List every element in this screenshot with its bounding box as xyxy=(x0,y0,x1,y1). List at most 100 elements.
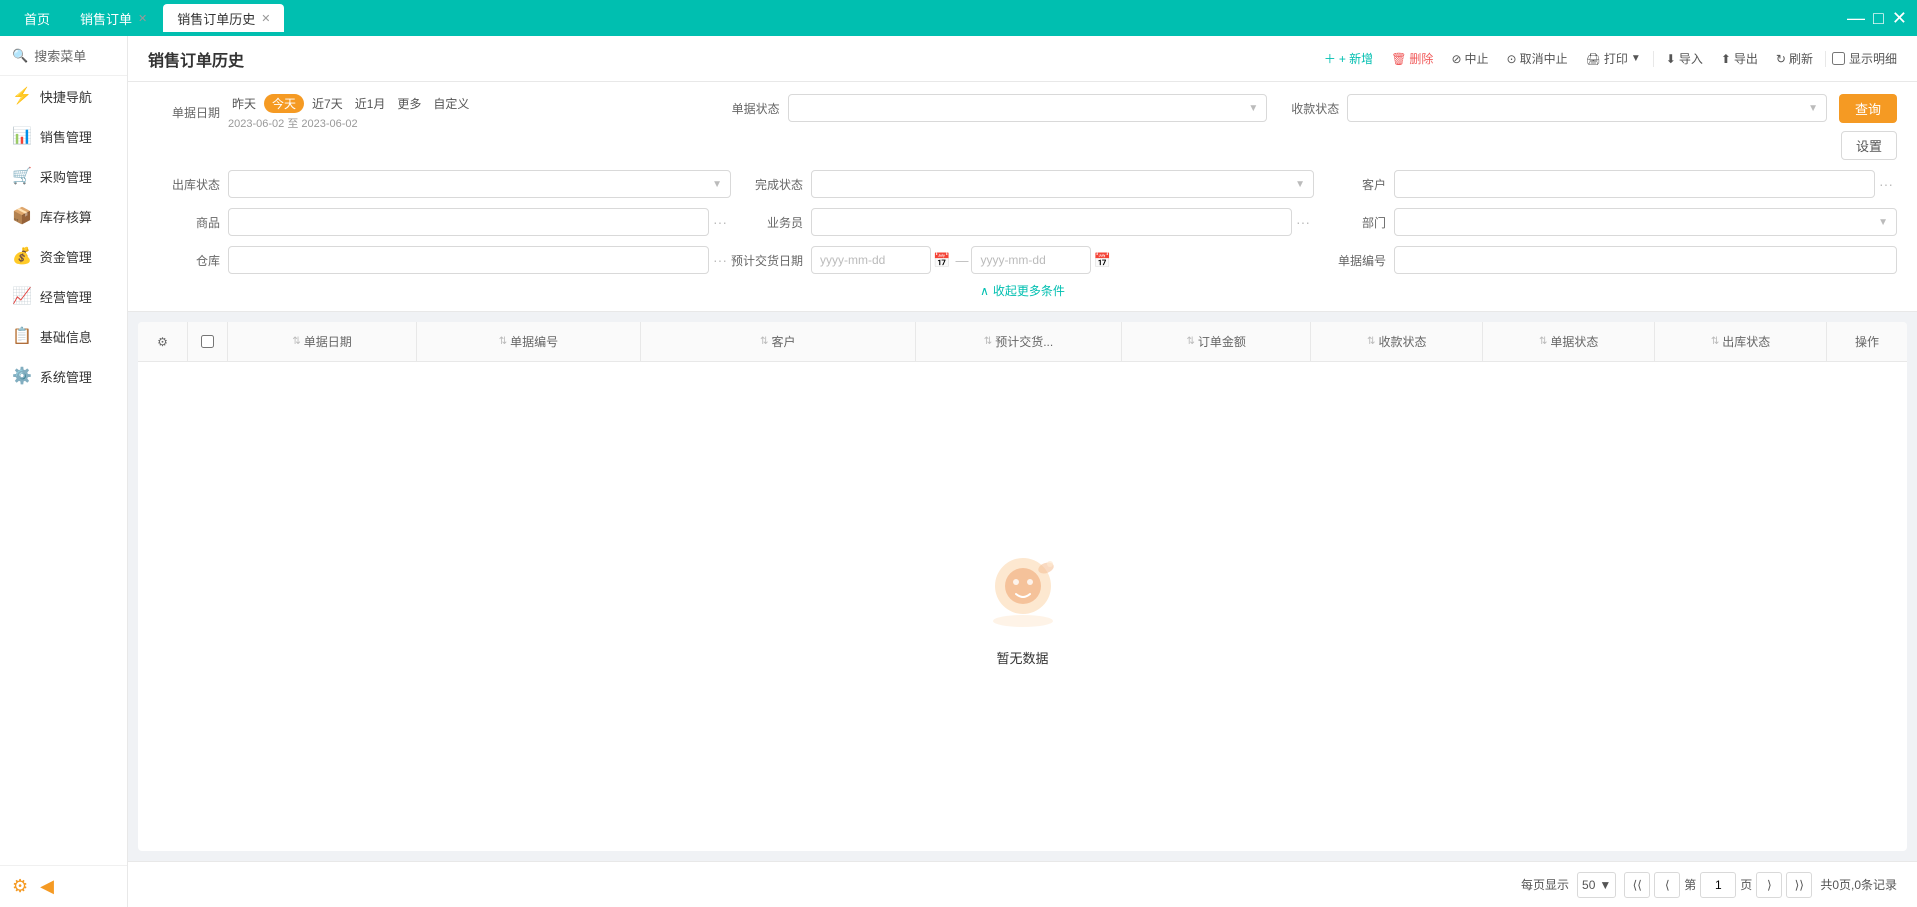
th-action: 操作 xyxy=(1827,322,1907,361)
th-delivery[interactable]: ⇅ 预计交货... xyxy=(916,322,1122,361)
order-status-select[interactable]: ▼ xyxy=(788,94,1268,122)
dept-select[interactable]: ▼ xyxy=(1394,208,1897,236)
pay-status-select[interactable]: ▼ xyxy=(1347,94,1827,122)
date-tag-custom[interactable]: 自定义 xyxy=(429,94,473,113)
first-page-button[interactable]: ⟨⟨ xyxy=(1624,872,1650,898)
sidebar-item-operations[interactable]: 📈 经营管理 xyxy=(0,276,127,316)
complete-status-select[interactable]: ▼ xyxy=(811,170,1314,198)
date-tag-yesterday[interactable]: 昨天 xyxy=(228,94,260,113)
sidebar-item-purchase-label: 采购管理 xyxy=(40,167,92,186)
stop-button[interactable]: ⊘ 中止 xyxy=(1445,46,1494,71)
import-button[interactable]: ⬇ 导入 xyxy=(1660,46,1709,71)
th-customer[interactable]: ⇅ 客户 xyxy=(641,322,916,361)
stop-icon: ⊘ xyxy=(1451,52,1461,66)
new-button[interactable]: ＋ + 新增 xyxy=(1318,46,1379,71)
top-bar: 首页 销售订单 ✕ 销售订单历史 ✕ — □ ✕ xyxy=(0,0,1917,36)
delivery-date-start[interactable]: yyyy-mm-dd xyxy=(811,246,931,274)
sidebar-item-system-label: 系统管理 xyxy=(40,367,92,386)
empty-illustration xyxy=(978,546,1068,636)
date-tag-today[interactable]: 今天 xyxy=(264,94,304,113)
date-tag-7days[interactable]: 近7天 xyxy=(308,94,347,113)
th-date[interactable]: ⇅ 单据日期 xyxy=(228,322,417,361)
page-number-input[interactable] xyxy=(1700,872,1736,898)
ship-status-label: 出库状态 xyxy=(148,176,228,193)
display-toggle[interactable]: 显示明细 xyxy=(1832,50,1897,67)
tab-sales-order-close[interactable]: ✕ xyxy=(138,12,147,25)
date-range-text: 2023-06-02 至 2023-06-02 xyxy=(228,115,473,131)
sidebar-item-purchase[interactable]: 🛒 采购管理 xyxy=(0,156,127,196)
th-ship[interactable]: ⇅ 出库状态 xyxy=(1655,322,1827,361)
warehouse-dots[interactable]: ··· xyxy=(709,252,731,268)
warehouse-input[interactable] xyxy=(228,246,709,274)
order-no-label: 单据编号 xyxy=(1314,252,1394,269)
collapse-button[interactable]: ∧ 收起更多条件 xyxy=(148,282,1897,299)
cancel-stop-button[interactable]: ⊙ 取消中止 xyxy=(1501,46,1574,71)
th-check[interactable] xyxy=(188,322,228,361)
th-settings[interactable]: ⚙ xyxy=(138,322,188,361)
th-order[interactable]: ⇅ 单据编号 xyxy=(417,322,641,361)
settings-button[interactable]: 设置 xyxy=(1841,131,1897,160)
customer-dots[interactable]: ··· xyxy=(1875,176,1897,192)
th-status[interactable]: ⇅ 单据状态 xyxy=(1483,322,1655,361)
product-input[interactable] xyxy=(228,208,709,236)
salesman-label: 业务员 xyxy=(731,214,811,231)
collapse-sidebar-icon[interactable]: ◀ xyxy=(40,876,54,897)
complete-status-arrow: ▼ xyxy=(1295,179,1305,190)
sidebar-item-basic-info[interactable]: 📋 基础信息 xyxy=(0,316,127,356)
sidebar-search[interactable]: 🔍 搜索菜单 xyxy=(0,36,127,76)
per-page-label: 每页显示 xyxy=(1521,876,1569,893)
th-action-label: 操作 xyxy=(1855,333,1879,350)
total-text: 共0页,0条记录 xyxy=(1820,876,1897,893)
last-page-button[interactable]: ⟩⟩ xyxy=(1786,872,1812,898)
sidebar: 🔍 搜索菜单 ⚡ 快捷导航 📊 销售管理 🛒 采购管理 📦 库存核算 💰 资金管… xyxy=(0,36,128,907)
date-tag-1month[interactable]: 近1月 xyxy=(351,94,390,113)
print-button[interactable]: 🖨 打印 ▼ xyxy=(1580,46,1647,71)
th-amount[interactable]: ⇅ 订单金额 xyxy=(1122,322,1311,361)
customer-input[interactable] xyxy=(1394,170,1875,198)
toolbar: ＋ + 新增 🗑 删除 ⊘ 中止 ⊙ 取消中止 🖨 打印 xyxy=(1318,46,1897,71)
delivery-date-end[interactable]: yyyy-mm-dd xyxy=(971,246,1091,274)
tab-home[interactable]: 首页 xyxy=(10,4,64,32)
maximize-button[interactable]: □ xyxy=(1873,8,1884,29)
settings-bottom-icon[interactable]: ⚙ xyxy=(12,876,28,897)
tab-sales-order[interactable]: 销售订单 ✕ xyxy=(66,4,161,32)
tab-sales-history[interactable]: 销售订单历史 ✕ xyxy=(163,4,284,32)
ship-status-select[interactable]: ▼ xyxy=(228,170,731,198)
sidebar-item-system[interactable]: ⚙️ 系统管理 xyxy=(0,356,127,396)
salesman-dots[interactable]: ··· xyxy=(1292,214,1314,230)
th-ship-label: 出库状态 xyxy=(1722,333,1770,350)
delete-button[interactable]: 🗑 删除 xyxy=(1385,46,1439,71)
sidebar-item-quicknav[interactable]: ⚡ 快捷导航 xyxy=(0,76,127,116)
plus-icon: ＋ xyxy=(1324,50,1336,67)
th-order-label: 单据编号 xyxy=(510,333,558,350)
next-page-button[interactable]: ⟩ xyxy=(1756,872,1782,898)
order-no-input[interactable] xyxy=(1394,246,1897,274)
import-button-label: 导入 xyxy=(1679,50,1703,67)
cancel-stop-button-label: 取消中止 xyxy=(1520,50,1568,67)
print-icon: 🖨 xyxy=(1586,52,1601,66)
pay-status-arrow: ▼ xyxy=(1808,103,1818,114)
sidebar-item-sales[interactable]: 📊 销售管理 xyxy=(0,116,127,156)
refresh-button[interactable]: ↻ 刷新 xyxy=(1770,46,1819,71)
product-dots[interactable]: ··· xyxy=(709,214,731,230)
prev-page-button[interactable]: ⟨ xyxy=(1654,872,1680,898)
tab-sales-history-close[interactable]: ✕ xyxy=(261,12,270,25)
salesman-input[interactable] xyxy=(811,208,1292,236)
close-window-button[interactable]: ✕ xyxy=(1892,8,1907,29)
date-tag-more[interactable]: 更多 xyxy=(393,94,425,113)
per-page-select[interactable]: 50 ▼ xyxy=(1577,872,1616,898)
select-all-checkbox[interactable] xyxy=(201,335,214,348)
print-button-label: 打印 xyxy=(1604,50,1628,67)
display-toggle-checkbox[interactable] xyxy=(1832,52,1845,65)
query-button[interactable]: 查询 xyxy=(1839,94,1897,123)
calendar-end-icon[interactable]: 📅 xyxy=(1093,252,1110,269)
calendar-start-icon[interactable]: 📅 xyxy=(933,252,950,269)
sidebar-item-inventory[interactable]: 📦 库存核算 xyxy=(0,196,127,236)
export-button[interactable]: ⬆ 导出 xyxy=(1715,46,1764,71)
refresh-button-label: 刷新 xyxy=(1789,50,1813,67)
sort-order-icon: ⇅ xyxy=(499,336,507,347)
sidebar-item-finance[interactable]: 💰 资金管理 xyxy=(0,236,127,276)
minimize-button[interactable]: — xyxy=(1847,8,1865,29)
table-header: ⚙ ⇅ 单据日期 ⇅ 单据编号 ⇅ 客户 ⇅ 预计交货. xyxy=(138,322,1907,362)
th-pay[interactable]: ⇅ 收款状态 xyxy=(1311,322,1483,361)
